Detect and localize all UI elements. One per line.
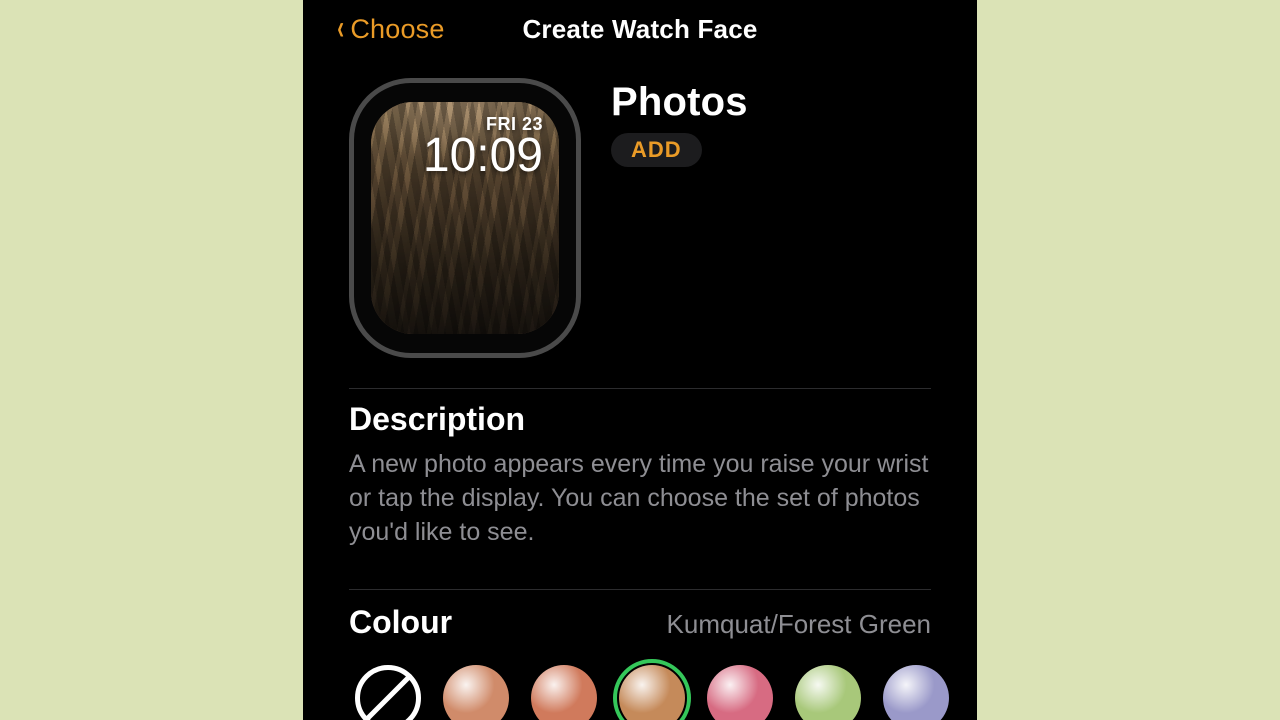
- page-background: ‹ Choose Create Watch Face FRI 23 10:09: [0, 0, 1280, 720]
- device-frame: ‹ Choose Create Watch Face FRI 23 10:09: [303, 0, 977, 720]
- colour-swatch-green[interactable]: [795, 665, 861, 720]
- face-meta: Photos ADD: [611, 78, 748, 358]
- back-label: Choose: [350, 14, 444, 45]
- colour-swatch-coral[interactable]: [531, 665, 597, 720]
- watch-preview-case: FRI 23 10:09: [349, 78, 581, 358]
- colour-swatch-none[interactable]: [355, 665, 421, 720]
- colour-heading: Colour: [349, 604, 452, 641]
- watch-preview-screen[interactable]: FRI 23 10:09: [371, 102, 559, 334]
- device-right-rail: [959, 0, 977, 720]
- description-heading: Description: [321, 389, 959, 440]
- colour-swatch-peach[interactable]: [443, 665, 509, 720]
- watch-preview-time: 10:09: [423, 133, 543, 179]
- colour-section-header: Colour Kumquat/Forest Green: [321, 590, 959, 645]
- watch-preview-overlay: FRI 23 10:09: [423, 114, 543, 179]
- navigation-bar: ‹ Choose Create Watch Face: [321, 0, 959, 58]
- colour-selected-name: Kumquat/Forest Green: [667, 609, 931, 640]
- device-left-rail: [303, 0, 321, 720]
- face-name: Photos: [611, 80, 748, 125]
- colour-swatch-row[interactable]: [321, 645, 959, 720]
- add-button[interactable]: ADD: [611, 133, 702, 167]
- colour-swatch-kumquat[interactable]: [619, 665, 685, 720]
- colour-swatch-pink[interactable]: [707, 665, 773, 720]
- colour-swatch-lilac[interactable]: [883, 665, 949, 720]
- description-text: A new photo appears every time you raise…: [321, 440, 959, 589]
- face-header: FRI 23 10:09 Photos ADD: [321, 58, 959, 388]
- chevron-left-icon: ‹: [337, 11, 344, 45]
- back-button[interactable]: ‹ Choose: [335, 0, 445, 58]
- watch-app-viewport: ‹ Choose Create Watch Face FRI 23 10:09: [321, 0, 959, 720]
- page-title: Create Watch Face: [522, 14, 757, 45]
